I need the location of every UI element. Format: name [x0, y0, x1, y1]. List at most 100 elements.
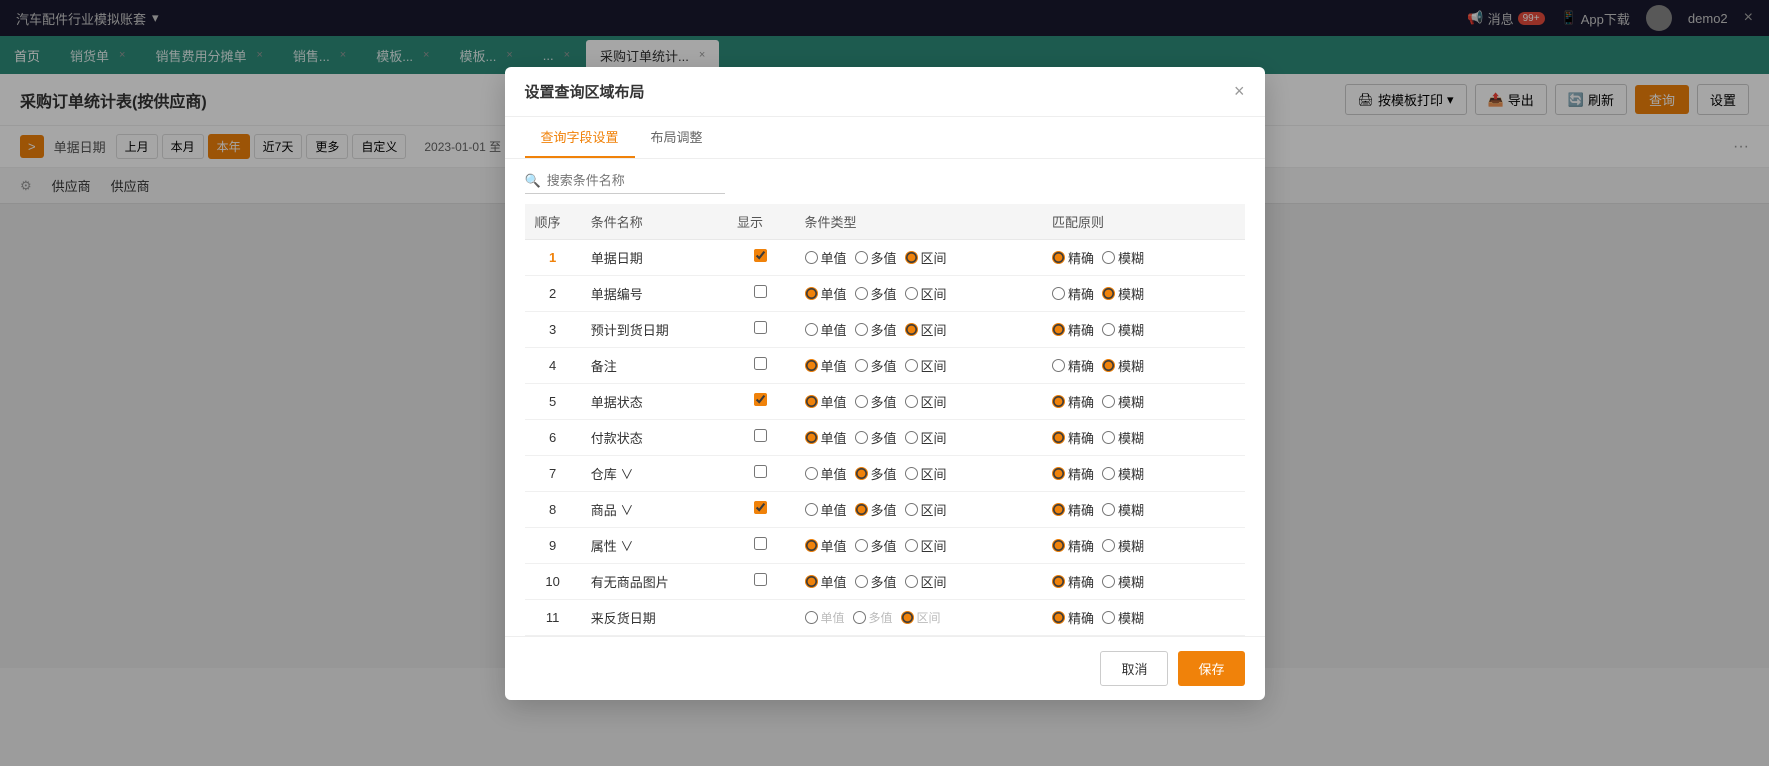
type-single-radio[interactable]	[805, 431, 818, 444]
type-range-radio[interactable]	[905, 575, 918, 588]
type-range-radio[interactable]	[905, 503, 918, 516]
type-range-radio[interactable]	[901, 611, 914, 624]
match-exact-label[interactable]: 精确	[1052, 284, 1094, 303]
type-single-label[interactable]: 单值	[805, 392, 847, 411]
display-checkbox[interactable]	[754, 429, 767, 442]
type-range-label[interactable]: 区间	[905, 320, 947, 339]
match-fuzzy-label[interactable]: 模糊	[1102, 392, 1144, 411]
type-single-radio[interactable]	[805, 323, 818, 336]
type-single-label[interactable]: 单值	[805, 248, 847, 267]
match-exact-radio[interactable]	[1052, 503, 1065, 516]
type-single-label[interactable]: 单值	[805, 536, 847, 555]
match-exact-radio[interactable]	[1052, 323, 1065, 336]
match-exact-label[interactable]: 精确	[1052, 428, 1094, 447]
type-multi-radio[interactable]	[855, 467, 868, 480]
type-single-label[interactable]: 单值	[805, 464, 847, 483]
match-fuzzy-label[interactable]: 模糊	[1102, 572, 1144, 591]
type-multi-label[interactable]: 多值	[855, 572, 897, 591]
display-checkbox[interactable]	[754, 465, 767, 478]
type-single-label[interactable]: 单值	[805, 609, 845, 626]
type-range-label[interactable]: 区间	[905, 500, 947, 519]
type-range-radio[interactable]	[905, 251, 918, 264]
display-checkbox[interactable]	[754, 573, 767, 586]
match-exact-radio[interactable]	[1052, 251, 1065, 264]
type-multi-label[interactable]: 多值	[855, 428, 897, 447]
type-single-radio[interactable]	[805, 467, 818, 480]
type-single-radio[interactable]	[805, 251, 818, 264]
dialog-close-button[interactable]: ×	[1234, 81, 1245, 102]
type-single-radio[interactable]	[805, 539, 818, 552]
type-single-radio[interactable]	[805, 503, 818, 516]
type-range-radio[interactable]	[905, 323, 918, 336]
type-multi-label[interactable]: 多值	[853, 609, 893, 626]
type-multi-label[interactable]: 多值	[855, 320, 897, 339]
type-multi-radio[interactable]	[855, 359, 868, 372]
type-multi-label[interactable]: 多值	[855, 500, 897, 519]
type-multi-label[interactable]: 多值	[855, 356, 897, 375]
match-fuzzy-label[interactable]: 模糊	[1102, 608, 1144, 627]
match-exact-radio[interactable]	[1052, 539, 1065, 552]
type-range-radio[interactable]	[905, 431, 918, 444]
type-single-radio[interactable]	[805, 575, 818, 588]
type-range-label[interactable]: 区间	[905, 248, 947, 267]
dialog-tab-field-settings[interactable]: 查询字段设置	[525, 117, 635, 158]
match-fuzzy-radio[interactable]	[1102, 431, 1115, 444]
match-exact-label[interactable]: 精确	[1052, 320, 1094, 339]
match-fuzzy-radio[interactable]	[1102, 359, 1115, 372]
match-fuzzy-label[interactable]: 模糊	[1102, 284, 1144, 303]
dialog-tab-layout-adjust[interactable]: 布局调整	[635, 117, 719, 158]
match-exact-radio[interactable]	[1052, 611, 1065, 624]
display-checkbox[interactable]	[754, 501, 767, 514]
type-multi-radio[interactable]	[855, 575, 868, 588]
search-input[interactable]	[547, 173, 707, 188]
type-multi-radio[interactable]	[855, 431, 868, 444]
display-checkbox[interactable]	[754, 249, 767, 262]
type-multi-radio[interactable]	[855, 539, 868, 552]
match-fuzzy-radio[interactable]	[1102, 467, 1115, 480]
match-exact-label[interactable]: 精确	[1052, 356, 1094, 375]
type-single-radio[interactable]	[805, 287, 818, 300]
type-single-label[interactable]: 单值	[805, 572, 847, 591]
match-fuzzy-radio[interactable]	[1102, 611, 1115, 624]
type-multi-label[interactable]: 多值	[855, 248, 897, 267]
type-range-radio[interactable]	[905, 395, 918, 408]
type-range-radio[interactable]	[905, 539, 918, 552]
type-range-label[interactable]: 区间	[905, 392, 947, 411]
type-range-label[interactable]: 区间	[905, 428, 947, 447]
match-fuzzy-label[interactable]: 模糊	[1102, 356, 1144, 375]
match-exact-radio[interactable]	[1052, 575, 1065, 588]
type-single-radio[interactable]	[805, 359, 818, 372]
display-checkbox[interactable]	[754, 357, 767, 370]
type-multi-label[interactable]: 多值	[855, 536, 897, 555]
type-range-radio[interactable]	[905, 359, 918, 372]
match-fuzzy-radio[interactable]	[1102, 503, 1115, 516]
match-fuzzy-label[interactable]: 模糊	[1102, 536, 1144, 555]
match-fuzzy-radio[interactable]	[1102, 539, 1115, 552]
type-range-label[interactable]: 区间	[905, 572, 947, 591]
type-multi-radio[interactable]	[855, 323, 868, 336]
match-exact-label[interactable]: 精确	[1052, 536, 1094, 555]
type-range-label[interactable]: 区间	[901, 609, 941, 626]
match-fuzzy-radio[interactable]	[1102, 251, 1115, 264]
type-single-label[interactable]: 单值	[805, 428, 847, 447]
display-checkbox[interactable]	[754, 321, 767, 334]
match-exact-radio[interactable]	[1052, 287, 1065, 300]
match-exact-radio[interactable]	[1052, 431, 1065, 444]
type-multi-label[interactable]: 多值	[855, 392, 897, 411]
match-fuzzy-label[interactable]: 模糊	[1102, 428, 1144, 447]
type-single-label[interactable]: 单值	[805, 500, 847, 519]
match-fuzzy-radio[interactable]	[1102, 287, 1115, 300]
type-range-label[interactable]: 区间	[905, 536, 947, 555]
save-button[interactable]: 保存	[1178, 651, 1244, 686]
type-multi-label[interactable]: 多值	[855, 284, 897, 303]
display-checkbox[interactable]	[754, 393, 767, 406]
match-exact-label[interactable]: 精确	[1052, 392, 1094, 411]
match-fuzzy-label[interactable]: 模糊	[1102, 320, 1144, 339]
type-single-radio[interactable]	[805, 395, 818, 408]
match-exact-label[interactable]: 精确	[1052, 248, 1094, 267]
match-fuzzy-label[interactable]: 模糊	[1102, 500, 1144, 519]
type-multi-radio[interactable]	[855, 395, 868, 408]
match-fuzzy-label[interactable]: 模糊	[1102, 248, 1144, 267]
type-multi-radio[interactable]	[855, 503, 868, 516]
type-multi-radio[interactable]	[853, 611, 866, 624]
